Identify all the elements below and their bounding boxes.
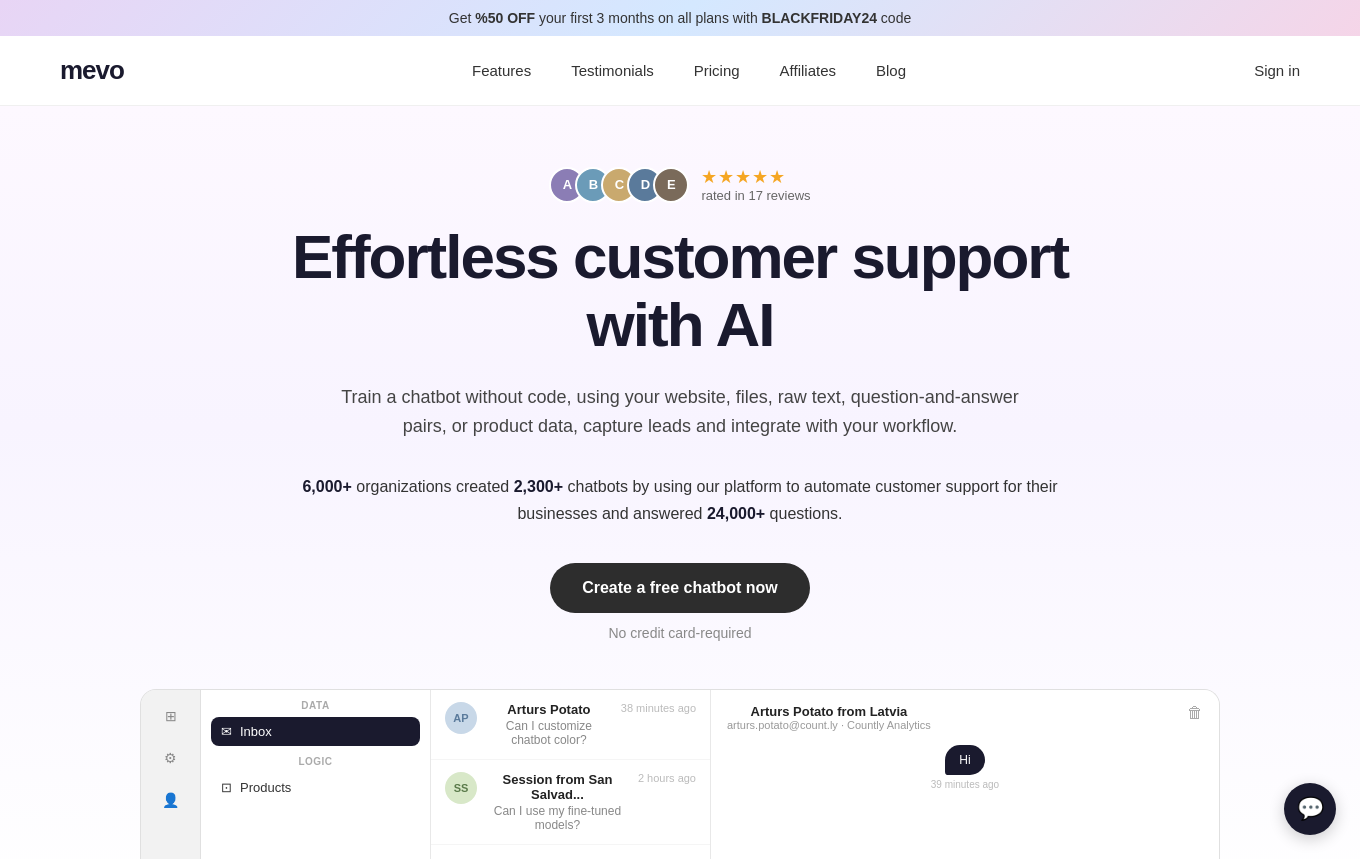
chat-header-info: Arturs Potato from Latvia arturs.potato@… xyxy=(727,704,931,731)
chat-detail-panel: Arturs Potato from Latvia arturs.potato@… xyxy=(711,690,1219,859)
nav-products[interactable]: ⊡ Products xyxy=(211,773,420,802)
sidebar-user-icon: 👤 xyxy=(159,788,183,812)
banner-post-text: code xyxy=(877,10,911,26)
dash-sidebar: ⊞ ⚙ 👤 xyxy=(141,690,201,859)
chat-preview: Can I customize chatbot color? xyxy=(487,719,611,747)
no-cc-text: No credit card-required xyxy=(608,625,751,641)
logic-label: LOGIC xyxy=(211,756,420,767)
banner-pre-text: Get xyxy=(449,10,475,26)
chat-header-sub: arturs.potato@count.ly · Countly Analyti… xyxy=(727,719,931,731)
promo-banner: Get %50 OFF your first 3 months on all p… xyxy=(0,0,1360,36)
nav-inbox[interactable]: ✉ Inbox xyxy=(211,717,420,746)
stats-line: 6,000+ organizations created 2,300+ chat… xyxy=(290,473,1070,527)
conversations-panel: AP Arturs Potato Can I customize chatbot… xyxy=(431,690,711,859)
sidebar-settings-icon: ⚙ xyxy=(159,746,183,770)
banner-code: BLACKFRIDAY24 xyxy=(762,10,877,26)
hero-subtext: Train a chatbot without code, using your… xyxy=(320,383,1040,441)
nav-affiliates[interactable]: Affiliates xyxy=(780,62,836,79)
stat2-num: 2,300+ xyxy=(514,478,563,495)
chat-time: 38 minutes ago xyxy=(621,702,696,714)
chat-item[interactable]: SS Session from San Salvad... Can I use … xyxy=(431,760,710,845)
chat-name: Session from San Salvad... xyxy=(487,772,628,802)
banner-percent-off: %50 OFF xyxy=(475,10,535,26)
chatbot-widget[interactable]: 💬 xyxy=(1284,783,1336,835)
products-icon: ⊡ xyxy=(221,780,232,795)
stars: ★★★★★ xyxy=(701,166,786,188)
chat-info: Arturs Potato Can I customize chatbot co… xyxy=(487,702,611,747)
nav-pricing[interactable]: Pricing xyxy=(694,62,740,79)
nav-features[interactable]: Features xyxy=(472,62,531,79)
cta-container: Create a free chatbot now No credit card… xyxy=(20,563,1340,689)
social-proof-row: A B C D E ★★★★★ rated in 17 reviews xyxy=(20,166,1340,203)
stat3-num: 24,000+ xyxy=(707,505,765,522)
sidebar-inbox-icon: ⊞ xyxy=(159,704,183,728)
stat1-text: organizations created xyxy=(352,478,514,495)
data-label: DATA xyxy=(211,700,420,711)
navbar: mevo Features Testimonials Pricing Affil… xyxy=(0,36,1360,106)
inbox-icon: ✉ xyxy=(221,724,232,739)
chat-bubble: Hi xyxy=(945,745,984,775)
logo[interactable]: mevo xyxy=(60,55,124,86)
banner-mid-text: your first 3 months on all plans with xyxy=(535,10,761,26)
chat-header: Arturs Potato from Latvia arturs.potato@… xyxy=(727,704,1203,731)
cta-button[interactable]: Create a free chatbot now xyxy=(550,563,810,613)
dashboard-preview: ⊞ ⚙ 👤 DATA ✉ Inbox LOGIC ⊡ Products AP A… xyxy=(140,689,1220,859)
nav-blog[interactable]: Blog xyxy=(876,62,906,79)
chat-avatar: AP xyxy=(445,702,477,734)
chat-bubble-time: 39 minutes ago xyxy=(727,779,1203,790)
chat-header-name: Arturs Potato from Latvia xyxy=(727,704,931,719)
chat-preview: Can I use my fine-tuned models? xyxy=(487,804,628,832)
stat1-num: 6,000+ xyxy=(302,478,351,495)
nav-links: Features Testimonials Pricing Affiliates… xyxy=(472,62,906,80)
chat-item[interactable]: AP Arturs Potato Can I customize chatbot… xyxy=(431,690,710,760)
chat-info: Session from San Salvad... Can I use my … xyxy=(487,772,628,832)
avatar: E xyxy=(653,167,689,203)
hero-section: A B C D E ★★★★★ rated in 17 reviews Effo… xyxy=(0,106,1360,859)
stat3-post: questions. xyxy=(765,505,842,522)
nav-testimonials[interactable]: Testimonials xyxy=(571,62,654,79)
delete-icon[interactable]: 🗑 xyxy=(1187,704,1203,731)
chat-name: Arturs Potato xyxy=(487,702,611,717)
chatbot-icon: 💬 xyxy=(1297,796,1324,822)
sign-in-button[interactable]: Sign in xyxy=(1254,62,1300,79)
rating-info: ★★★★★ rated in 17 reviews xyxy=(701,166,810,203)
rated-text: rated in 17 reviews xyxy=(701,188,810,203)
hero-headline: Effortless customer support with AI xyxy=(250,223,1110,359)
dash-left-panel: DATA ✉ Inbox LOGIC ⊡ Products xyxy=(201,690,431,859)
chat-avatar: SS xyxy=(445,772,477,804)
chat-time: 2 hours ago xyxy=(638,772,696,784)
avatars-group: A B C D E xyxy=(549,167,689,203)
